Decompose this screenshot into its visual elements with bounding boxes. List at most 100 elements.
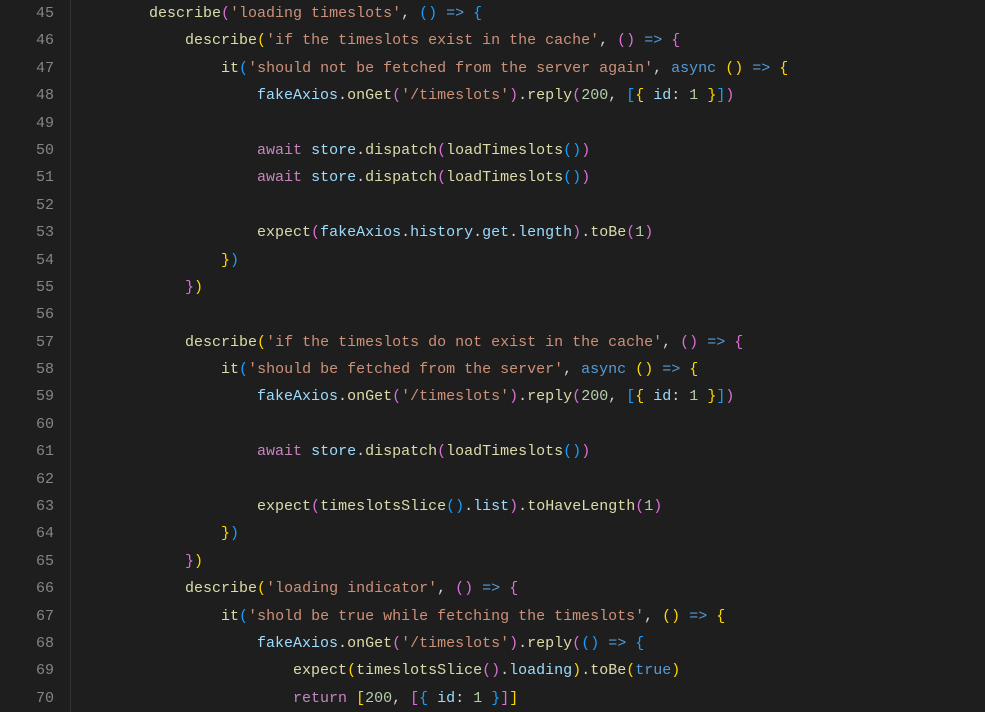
code-token <box>347 690 356 707</box>
code-token: . <box>518 635 527 652</box>
code-token: . <box>338 388 347 405</box>
code-token: 'should not be fetched from the server a… <box>248 60 653 77</box>
code-token: ( <box>572 635 581 652</box>
code-token: describe <box>149 5 221 22</box>
code-line[interactable]: expect(timeslotsSlice().loading).toBe(tr… <box>73 657 985 684</box>
code-token: fakeAxios <box>257 388 338 405</box>
code-token: id <box>653 87 671 104</box>
code-token: 'if the timeslots exist in the cache' <box>266 32 599 49</box>
code-line[interactable]: }) <box>73 274 985 301</box>
code-token: ( <box>221 5 230 22</box>
code-token: '/timeslots' <box>401 635 509 652</box>
code-editor[interactable]: 4546474849505152535455565758596061626364… <box>0 0 985 712</box>
code-line[interactable]: await store.dispatch(loadTimeslots()) <box>73 164 985 191</box>
code-token: ( <box>626 662 635 679</box>
code-token: { <box>734 334 743 351</box>
code-token: onGet <box>347 388 392 405</box>
code-token: fakeAxios <box>320 224 401 241</box>
line-number: 47 <box>0 55 54 82</box>
code-token: : <box>671 388 689 405</box>
code-line[interactable]: expect(fakeAxios.history.get.length).toB… <box>73 219 985 246</box>
code-token: ) <box>590 635 599 652</box>
code-line[interactable]: describe('loading indicator', () => { <box>73 575 985 602</box>
code-token: ( <box>455 580 464 597</box>
code-token: '/timeslots' <box>401 87 509 104</box>
code-line[interactable] <box>73 411 985 438</box>
code-token <box>626 361 635 378</box>
code-token: ( <box>257 334 266 351</box>
code-token <box>599 635 608 652</box>
code-line[interactable]: it('should not be fetched from the serve… <box>73 55 985 82</box>
code-token: ( <box>392 635 401 652</box>
code-token: dispatch <box>365 169 437 186</box>
code-token: , <box>401 5 419 22</box>
code-token: , <box>563 361 581 378</box>
code-token: ) <box>194 553 203 570</box>
code-token: , <box>608 388 626 405</box>
code-token <box>437 5 446 22</box>
code-token: ( <box>662 608 671 625</box>
code-line[interactable] <box>73 466 985 493</box>
code-line[interactable]: it('should be fetched from the server', … <box>73 356 985 383</box>
code-token: timeslotsSlice <box>356 662 482 679</box>
code-line[interactable]: describe('loading timeslots', () => { <box>73 0 985 27</box>
code-token: ( <box>680 334 689 351</box>
code-token: ( <box>239 361 248 378</box>
line-number: 54 <box>0 247 54 274</box>
line-number: 69 <box>0 657 54 684</box>
code-line[interactable]: it('shold be true while fetching the tim… <box>73 603 985 630</box>
code-line[interactable]: expect(timeslotsSlice().list).toHaveLeng… <box>73 493 985 520</box>
code-token: : <box>455 690 473 707</box>
code-token: describe <box>185 580 257 597</box>
code-token <box>473 580 482 597</box>
code-line[interactable]: await store.dispatch(loadTimeslots()) <box>73 137 985 164</box>
code-token: ) <box>734 60 743 77</box>
code-token: store <box>311 443 356 460</box>
code-line[interactable]: describe('if the timeslots do not exist … <box>73 329 985 356</box>
code-token: await <box>257 443 302 460</box>
code-token: . <box>338 635 347 652</box>
code-line[interactable]: }) <box>73 548 985 575</box>
code-line[interactable]: fakeAxios.onGet('/timeslots').reply(200,… <box>73 82 985 109</box>
code-line[interactable]: fakeAxios.onGet('/timeslots').reply(() =… <box>73 630 985 657</box>
line-number-gutter: 4546474849505152535455565758596061626364… <box>0 0 70 712</box>
code-token: [ <box>356 690 365 707</box>
code-line[interactable] <box>73 192 985 219</box>
code-line[interactable] <box>73 110 985 137</box>
code-token: ( <box>635 361 644 378</box>
code-token: ) <box>509 498 518 515</box>
code-token: [ <box>626 87 635 104</box>
code-token: ( <box>563 169 572 186</box>
code-token: toBe <box>590 662 626 679</box>
code-token: , <box>644 608 662 625</box>
code-token: describe <box>185 334 257 351</box>
code-token: ) <box>428 5 437 22</box>
code-token: it <box>221 608 239 625</box>
code-token: , <box>662 334 680 351</box>
code-token: 'loading timeslots' <box>230 5 401 22</box>
code-token: list <box>473 498 509 515</box>
code-token <box>743 60 752 77</box>
code-line[interactable] <box>73 301 985 328</box>
code-token: ) <box>581 169 590 186</box>
code-token: ( <box>437 142 446 159</box>
code-token <box>644 87 653 104</box>
code-token: ( <box>392 87 401 104</box>
line-number: 53 <box>0 219 54 246</box>
code-line[interactable]: return [200, [{ id: 1 }]] <box>73 685 985 712</box>
code-token: . <box>518 498 527 515</box>
code-line[interactable]: describe('if the timeslots exist in the … <box>73 27 985 54</box>
code-line[interactable]: await store.dispatch(loadTimeslots()) <box>73 438 985 465</box>
code-line[interactable]: }) <box>73 247 985 274</box>
code-token: ) <box>572 662 581 679</box>
code-token: ) <box>455 498 464 515</box>
code-token: ) <box>572 142 581 159</box>
code-token: it <box>221 361 239 378</box>
code-token: ) <box>581 443 590 460</box>
code-line[interactable]: }) <box>73 520 985 547</box>
line-number: 45 <box>0 0 54 27</box>
code-token: onGet <box>347 87 392 104</box>
code-content[interactable]: describe('loading timeslots', () => { de… <box>73 0 985 712</box>
code-line[interactable]: fakeAxios.onGet('/timeslots').reply(200,… <box>73 383 985 410</box>
code-token: ] <box>716 388 725 405</box>
